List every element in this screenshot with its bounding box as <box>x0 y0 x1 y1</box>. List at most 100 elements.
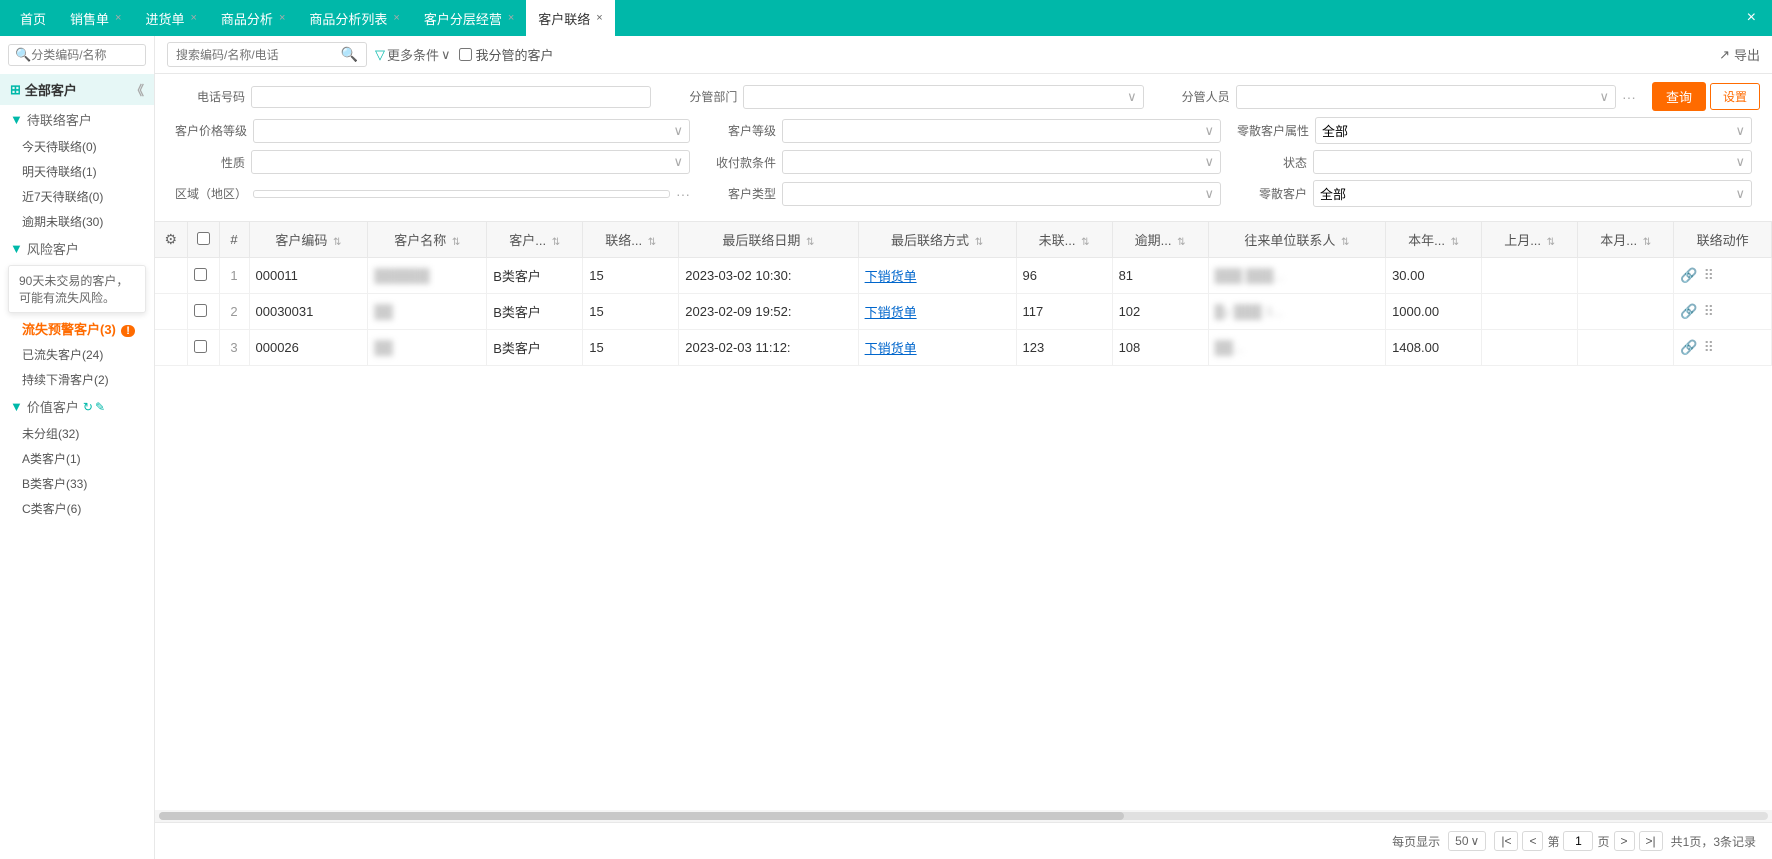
query-button[interactable]: 查询 <box>1652 82 1706 111</box>
tab-customer-segment[interactable]: 客户分层经营 × <box>412 0 526 36</box>
payment-select[interactable]: ∨ <box>782 150 1221 174</box>
row-action-more-icon[interactable]: ⠿ <box>1704 339 1714 356</box>
phone-input[interactable] <box>251 86 651 108</box>
more-conditions-btn[interactable]: ▽ 更多条件 ∨ <box>375 45 451 64</box>
export-button[interactable]: ↗ 导出 <box>1719 45 1760 64</box>
horizontal-scrollbar[interactable] <box>155 810 1772 822</box>
sort-last-month-icon[interactable]: ⇅ <box>1547 237 1555 248</box>
row-checkbox[interactable] <box>194 268 207 281</box>
col-contact[interactable]: 联络... ⇅ <box>583 222 679 258</box>
sidebar-item-ungrouped[interactable]: 未分组(32) <box>0 421 154 446</box>
col-gear[interactable]: ⚙ <box>155 222 187 258</box>
sort-last-date-icon[interactable]: ⇅ <box>806 237 814 248</box>
row-action-link-icon[interactable]: 🔗 <box>1680 303 1697 320</box>
status-select[interactable]: ∨ <box>1313 150 1752 174</box>
col-checkbox[interactable] <box>187 222 219 258</box>
row-last-method[interactable]: 下销货单 <box>858 258 1016 294</box>
tab-analysis[interactable]: 商品分析 × <box>209 0 297 36</box>
row-action-link-icon[interactable]: 🔗 <box>1680 339 1697 356</box>
sort-contact-icon[interactable]: ⇅ <box>648 237 656 248</box>
last-method-link[interactable]: 下销货单 <box>865 305 917 320</box>
sort-code-icon[interactable]: ⇅ <box>333 237 341 248</box>
edit-icon[interactable]: ✎ <box>95 400 105 414</box>
tab-sales[interactable]: 销售单 × <box>58 0 133 36</box>
next-page-btn[interactable]: > <box>1614 831 1635 851</box>
row-action-link-icon[interactable]: 🔗 <box>1680 267 1697 284</box>
sidebar-item-at-risk[interactable]: 流失预警客户(3) ! <box>0 315 154 342</box>
tab-purchase[interactable]: 进货单 × <box>133 0 208 36</box>
row-checkbox[interactable] <box>194 340 207 353</box>
zero-retail-select[interactable]: 全部 ∨ <box>1313 180 1752 207</box>
price-level-select[interactable]: ∨ <box>253 119 690 143</box>
dept-select[interactable]: ∨ <box>743 85 1143 109</box>
search-input[interactable] <box>176 48 341 62</box>
row-action-more-icon[interactable]: ⠿ <box>1704 303 1714 320</box>
sort-overdue-icon[interactable]: ⇅ <box>1177 237 1185 248</box>
row-checkbox[interactable] <box>194 304 207 317</box>
sidebar-group-pending[interactable]: ▼ 待联络客户 <box>0 105 154 134</box>
page-number-input[interactable] <box>1563 831 1593 851</box>
col-overdue[interactable]: 逾期... ⇅ <box>1112 222 1208 258</box>
row-checkbox-cell[interactable] <box>187 294 219 330</box>
last-page-btn[interactable]: >| <box>1639 831 1663 851</box>
row-action-more-icon[interactable]: ⠿ <box>1704 267 1714 284</box>
region-select[interactable] <box>253 190 670 198</box>
sidebar-item-overdue[interactable]: 逾期未联络(30) <box>0 209 154 234</box>
nature-select[interactable]: ∨ <box>251 150 690 174</box>
person-more-btn[interactable]: ··· <box>1622 89 1636 105</box>
close-purchase-tab[interactable]: × <box>190 12 196 24</box>
col-last-month[interactable]: 上月... ⇅ <box>1482 222 1578 258</box>
search-button[interactable]: 🔍 <box>341 46 358 63</box>
close-customer-link-tab[interactable]: × <box>596 12 602 24</box>
sidebar-search-input[interactable] <box>31 48 139 62</box>
last-method-link[interactable]: 下销货单 <box>865 269 917 284</box>
col-not-contacted[interactable]: 未联... ⇅ <box>1016 222 1112 258</box>
sidebar-item-class-b[interactable]: B类客户(33) <box>0 471 154 496</box>
close-sales-tab[interactable]: × <box>115 12 121 24</box>
scrollbar-track[interactable] <box>159 812 1768 820</box>
select-all-checkbox[interactable] <box>197 232 210 245</box>
sidebar-item-class-a[interactable]: A类客户(1) <box>0 446 154 471</box>
sort-this-year-icon[interactable]: ⇅ <box>1451 237 1459 248</box>
scrollbar-thumb[interactable] <box>159 812 1124 820</box>
sidebar-item-declining[interactable]: 持续下滑客户(2) <box>0 367 154 392</box>
refresh-icon[interactable]: ↻ <box>83 400 93 414</box>
close-analysis-tab[interactable]: × <box>279 12 285 24</box>
close-analysis-list-tab[interactable]: × <box>393 12 399 24</box>
my-customers-check[interactable] <box>459 48 472 61</box>
col-code[interactable]: 客户编码 ⇅ <box>249 222 368 258</box>
sidebar-item-today[interactable]: 今天待联络(0) <box>0 134 154 159</box>
zero-retail-attr-select[interactable]: 全部 ∨ <box>1315 117 1752 144</box>
per-page-select[interactable]: 50 ∨ <box>1448 831 1486 851</box>
last-method-link[interactable]: 下销货单 <box>865 341 917 356</box>
tab-customer-link[interactable]: 客户联络 × <box>526 0 614 36</box>
first-page-btn[interactable]: |< <box>1494 831 1518 851</box>
person-select[interactable]: ∨ <box>1236 85 1616 109</box>
sort-name-icon[interactable]: ⇅ <box>452 237 460 248</box>
setting-button[interactable]: 设置 <box>1710 83 1760 110</box>
col-unit-contact[interactable]: 往来单位联系人 ⇅ <box>1208 222 1385 258</box>
customer-level-select[interactable]: ∨ <box>782 119 1221 143</box>
tab-analysis-list[interactable]: 商品分析列表 × <box>297 0 411 36</box>
sort-unit-contact-icon[interactable]: ⇅ <box>1341 237 1349 248</box>
region-more-btn[interactable]: ··· <box>676 186 690 202</box>
close-customer-segment-tab[interactable]: × <box>508 12 514 24</box>
sidebar-item-class-c[interactable]: C类客户(6) <box>0 496 154 521</box>
sidebar-search-box[interactable]: 🔍 <box>8 44 146 66</box>
col-last-date[interactable]: 最后联络日期 ⇅ <box>679 222 858 258</box>
sidebar-item-week[interactable]: 近7天待联络(0) <box>0 184 154 209</box>
col-name[interactable]: 客户名称 ⇅ <box>368 222 487 258</box>
col-last-method[interactable]: 最后联络方式 ⇅ <box>858 222 1016 258</box>
settings-gear-icon[interactable]: ⚙ <box>164 231 177 247</box>
prev-page-btn[interactable]: < <box>1522 831 1543 851</box>
sort-last-method-icon[interactable]: ⇅ <box>975 237 983 248</box>
search-input-wrapper[interactable]: 🔍 <box>167 42 367 67</box>
sidebar-all-customers[interactable]: ⊞ 全部客户 《 <box>0 74 154 105</box>
customer-type-select[interactable]: ∨ <box>782 182 1221 206</box>
close-all-tabs[interactable]: × <box>1739 9 1764 27</box>
col-type[interactable]: 客户... ⇅ <box>487 222 583 258</box>
row-checkbox-cell[interactable] <box>187 330 219 366</box>
sort-this-month-icon[interactable]: ⇅ <box>1643 237 1651 248</box>
sidebar-item-tomorrow[interactable]: 明天待联络(1) <box>0 159 154 184</box>
row-last-method[interactable]: 下销货单 <box>858 294 1016 330</box>
